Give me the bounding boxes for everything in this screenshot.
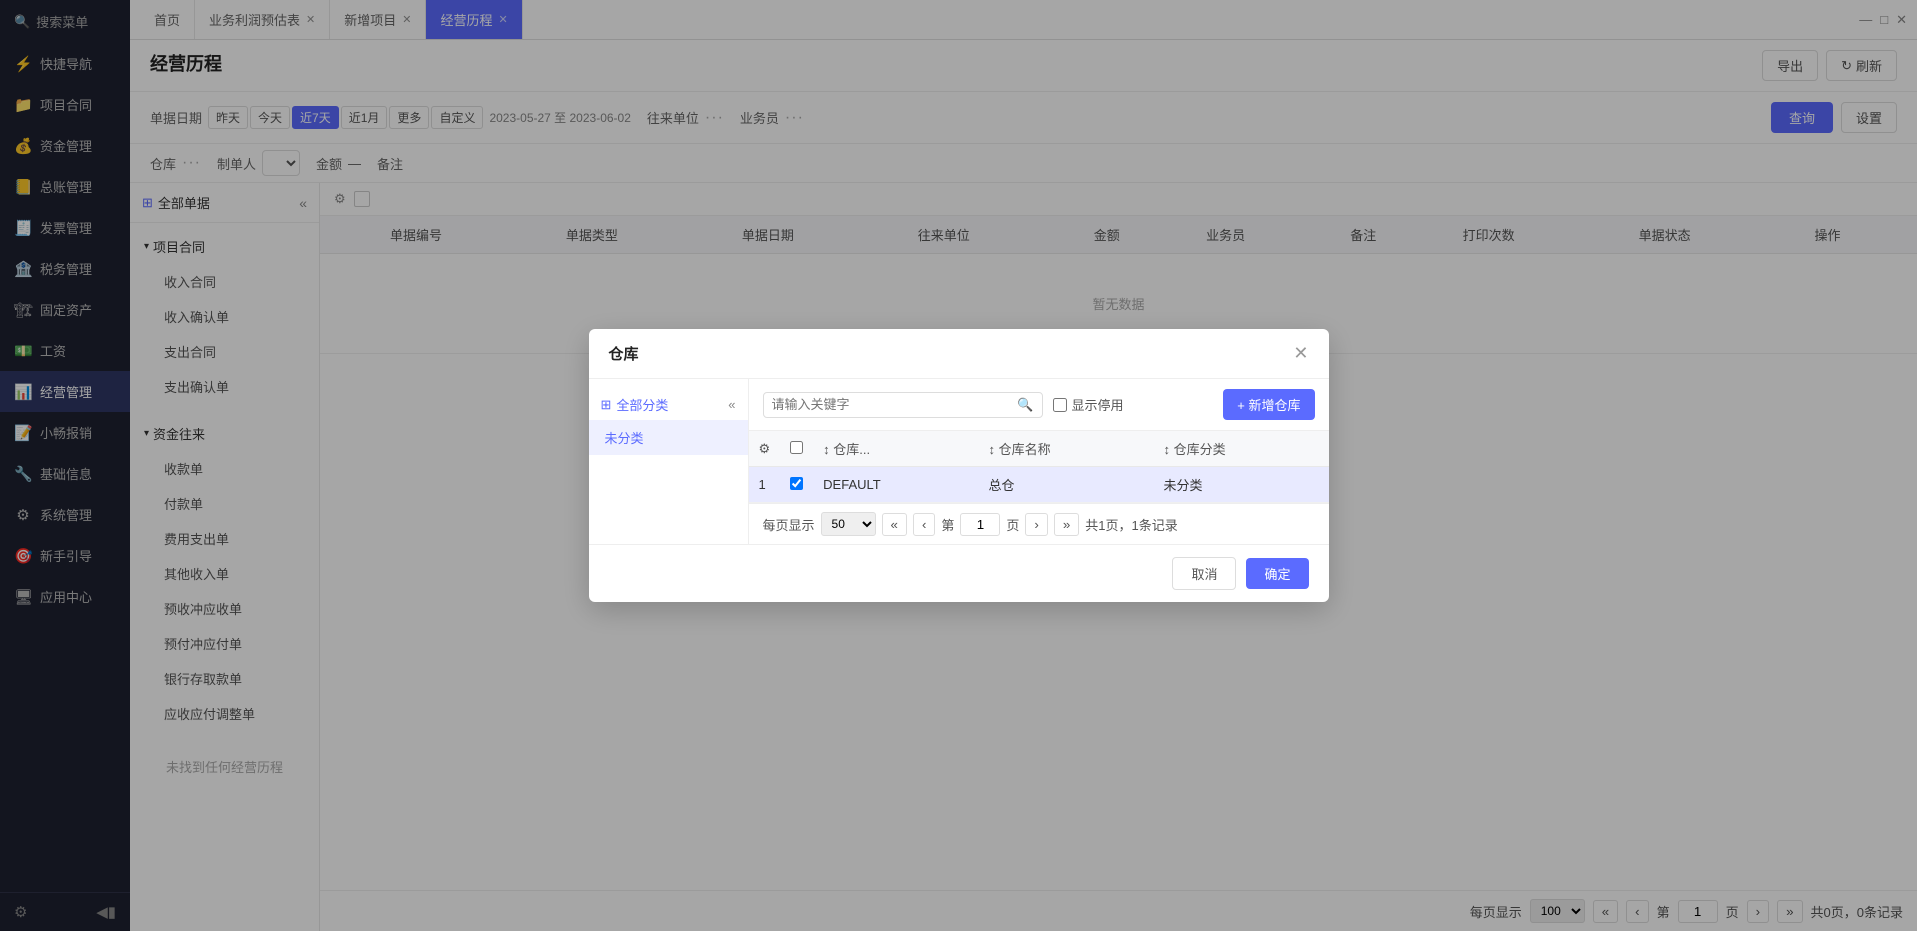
modal-toolbar: 🔍 显示停用 + 新增仓库 [749, 379, 1329, 431]
modal-page-end: 页 [1006, 515, 1019, 534]
modal-page-first[interactable]: « [882, 513, 907, 536]
modal-select-all[interactable] [790, 441, 803, 454]
modal-table: ⚙ ↕ 仓库... ↕ 仓库名称 ↕ 仓库分类 1 [749, 431, 1329, 503]
modal-col-gear: ⚙ [749, 431, 781, 467]
show-disabled-checkbox[interactable] [1053, 398, 1067, 412]
modal-all-icon: ⊞ [601, 397, 612, 413]
modal-total-label: 共1页，1条记录 [1085, 515, 1177, 534]
modal-row-code: DEFAULT [813, 467, 978, 503]
modal-col-checkbox [780, 431, 813, 467]
modal-row-num: 1 [749, 467, 781, 503]
modal-per-page-select[interactable]: 50 100 [821, 512, 876, 536]
modal-overlay: 仓库 ✕ ⊞ 全部分类 « 未分类 [0, 0, 1917, 931]
modal-confirm-btn[interactable]: 确定 [1246, 558, 1308, 589]
modal-sidebar-header: ⊞ 全部分类 « [589, 389, 748, 420]
modal-pagination: 每页显示 50 100 « ‹ 第 页 › » 共1页，1条记录 [763, 512, 1178, 536]
modal-col-name: ↕ 仓库名称 [978, 431, 1153, 467]
modal-table-body: 1 DEFAULT 总仓 未分类 [749, 467, 1329, 503]
modal-page-last[interactable]: » [1054, 513, 1079, 536]
modal-collapse-btn[interactable]: « [728, 397, 735, 412]
modal-all-label: 全部分类 [616, 395, 668, 414]
modal-cancel-btn[interactable]: 取消 [1172, 557, 1236, 590]
modal-page-prev[interactable]: ‹ [913, 513, 935, 536]
modal-search-input[interactable] [772, 397, 1012, 412]
modal-search-box: 🔍 [763, 392, 1043, 418]
warehouse-modal: 仓库 ✕ ⊞ 全部分类 « 未分类 [589, 329, 1329, 602]
modal-row-category: 未分类 [1153, 467, 1328, 503]
modal-per-page-label: 每页显示 [763, 515, 815, 534]
modal-row-checkbox[interactable] [790, 477, 803, 490]
modal-search-icon: 🔍 [1017, 397, 1033, 413]
modal-table-wrapper: ⚙ ↕ 仓库... ↕ 仓库名称 ↕ 仓库分类 1 [749, 431, 1329, 503]
modal-footer-actions: 取消 确定 [589, 544, 1329, 602]
modal-body: ⊞ 全部分类 « 未分类 🔍 显示停用 [589, 379, 1329, 544]
modal-header: 仓库 ✕ [589, 329, 1329, 379]
table-row[interactable]: 1 DEFAULT 总仓 未分类 [749, 467, 1329, 503]
modal-sidebar: ⊞ 全部分类 « 未分类 [589, 379, 749, 544]
modal-row-name: 总仓 [978, 467, 1153, 503]
modal-col-category: ↕ 仓库分类 [1153, 431, 1328, 467]
modal-row-checkbox-cell [780, 467, 813, 503]
modal-page-next[interactable]: › [1025, 513, 1047, 536]
modal-title: 仓库 [609, 343, 639, 364]
modal-page-label: 第 [941, 515, 954, 534]
modal-col-code: ↕ 仓库... [813, 431, 978, 467]
show-disabled-group: 显示停用 [1053, 395, 1124, 414]
modal-close-btn[interactable]: ✕ [1293, 343, 1308, 364]
modal-main: 🔍 显示停用 + 新增仓库 ⚙ [749, 379, 1329, 544]
modal-table-header: ⚙ ↕ 仓库... ↕ 仓库名称 ↕ 仓库分类 [749, 431, 1329, 467]
show-disabled-label: 显示停用 [1072, 395, 1124, 414]
modal-sidebar-item-uncategorized[interactable]: 未分类 [589, 420, 748, 455]
modal-page-input[interactable] [960, 513, 1000, 536]
modal-pagination-bar: 每页显示 50 100 « ‹ 第 页 › » 共1页，1条记录 [749, 503, 1329, 544]
add-warehouse-btn[interactable]: + 新增仓库 [1223, 389, 1314, 420]
